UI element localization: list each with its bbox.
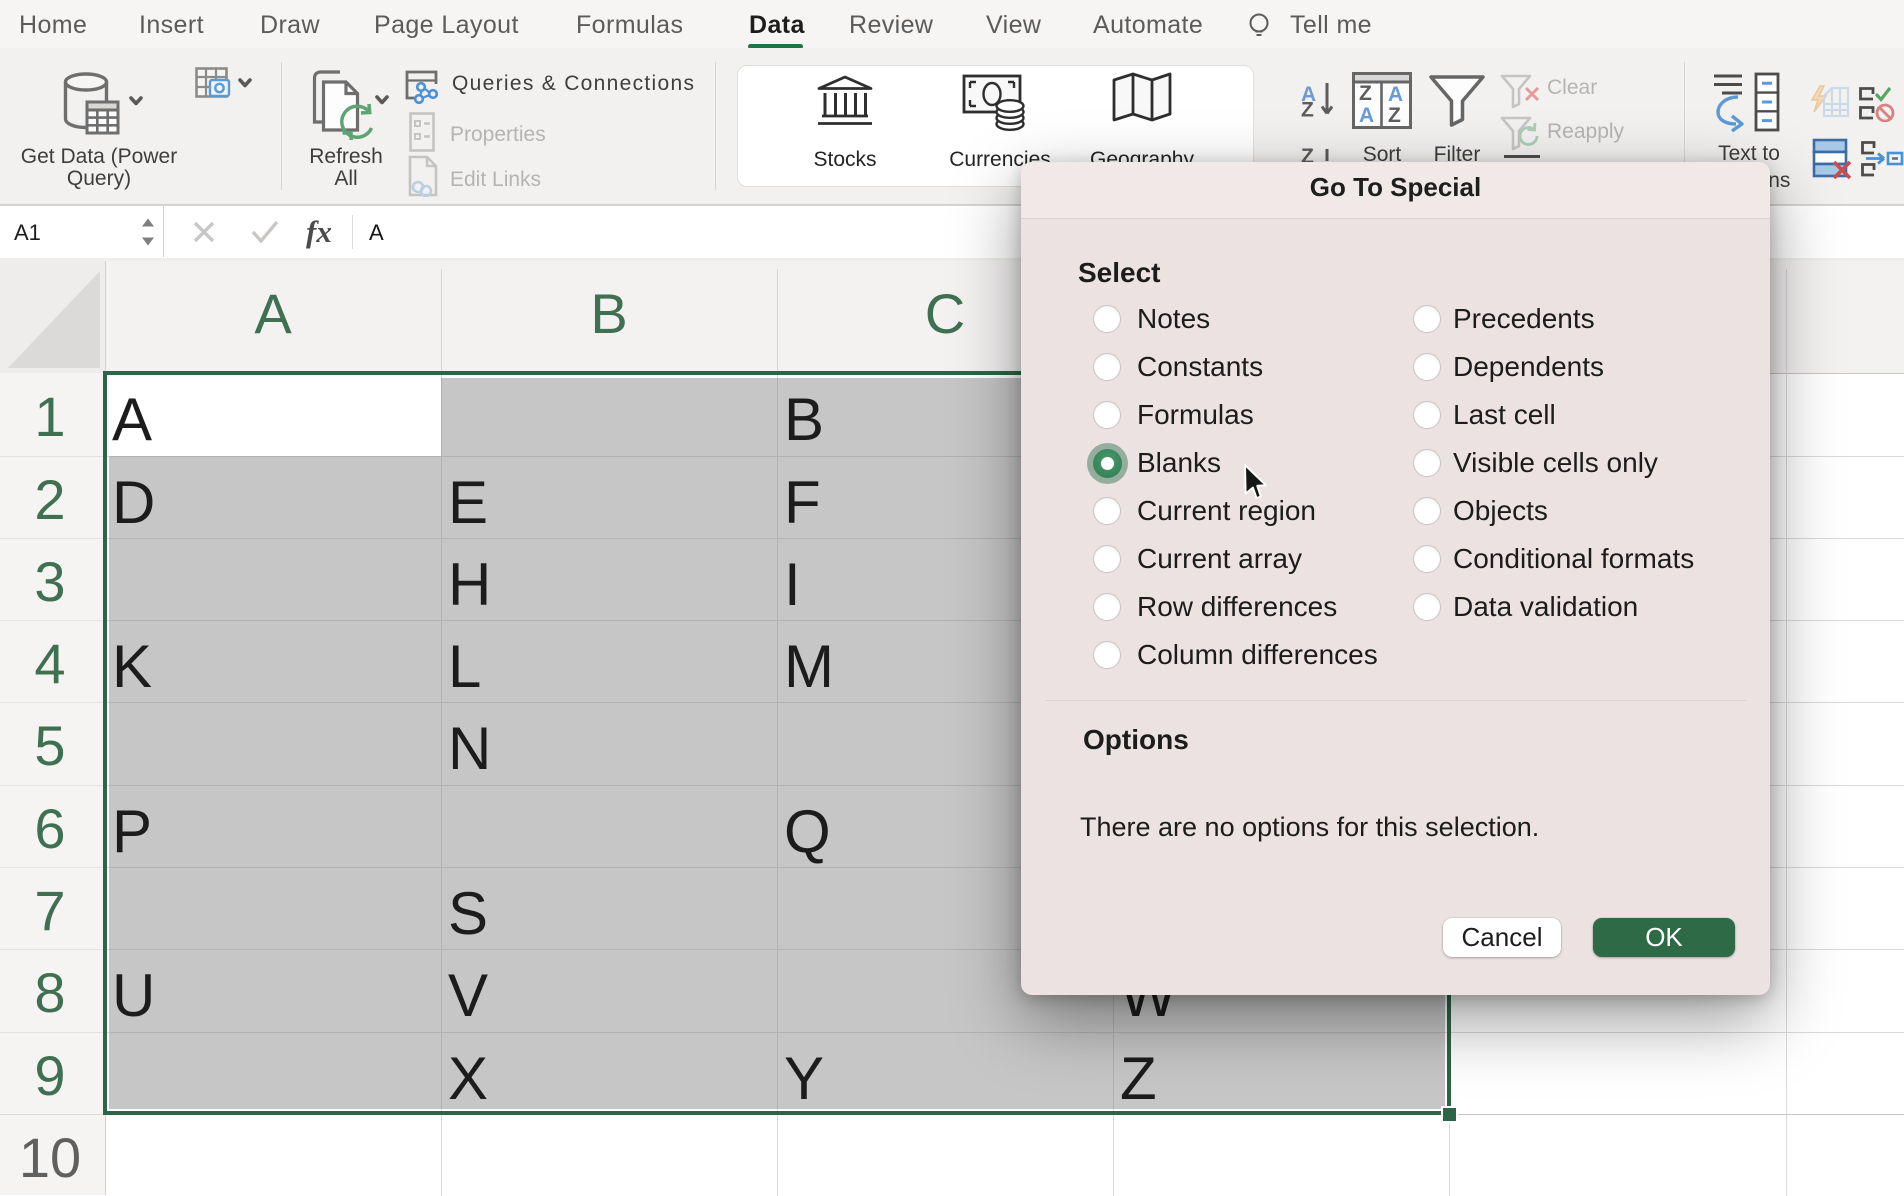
svg-text:Z: Z [1359,82,1372,105]
svg-text:Z: Z [1301,145,1314,162]
svg-text:A: A [1388,83,1403,106]
svg-text:A: A [1359,104,1374,127]
svg-text:Z: Z [1388,104,1401,127]
svg-text:Z: Z [1301,99,1314,122]
